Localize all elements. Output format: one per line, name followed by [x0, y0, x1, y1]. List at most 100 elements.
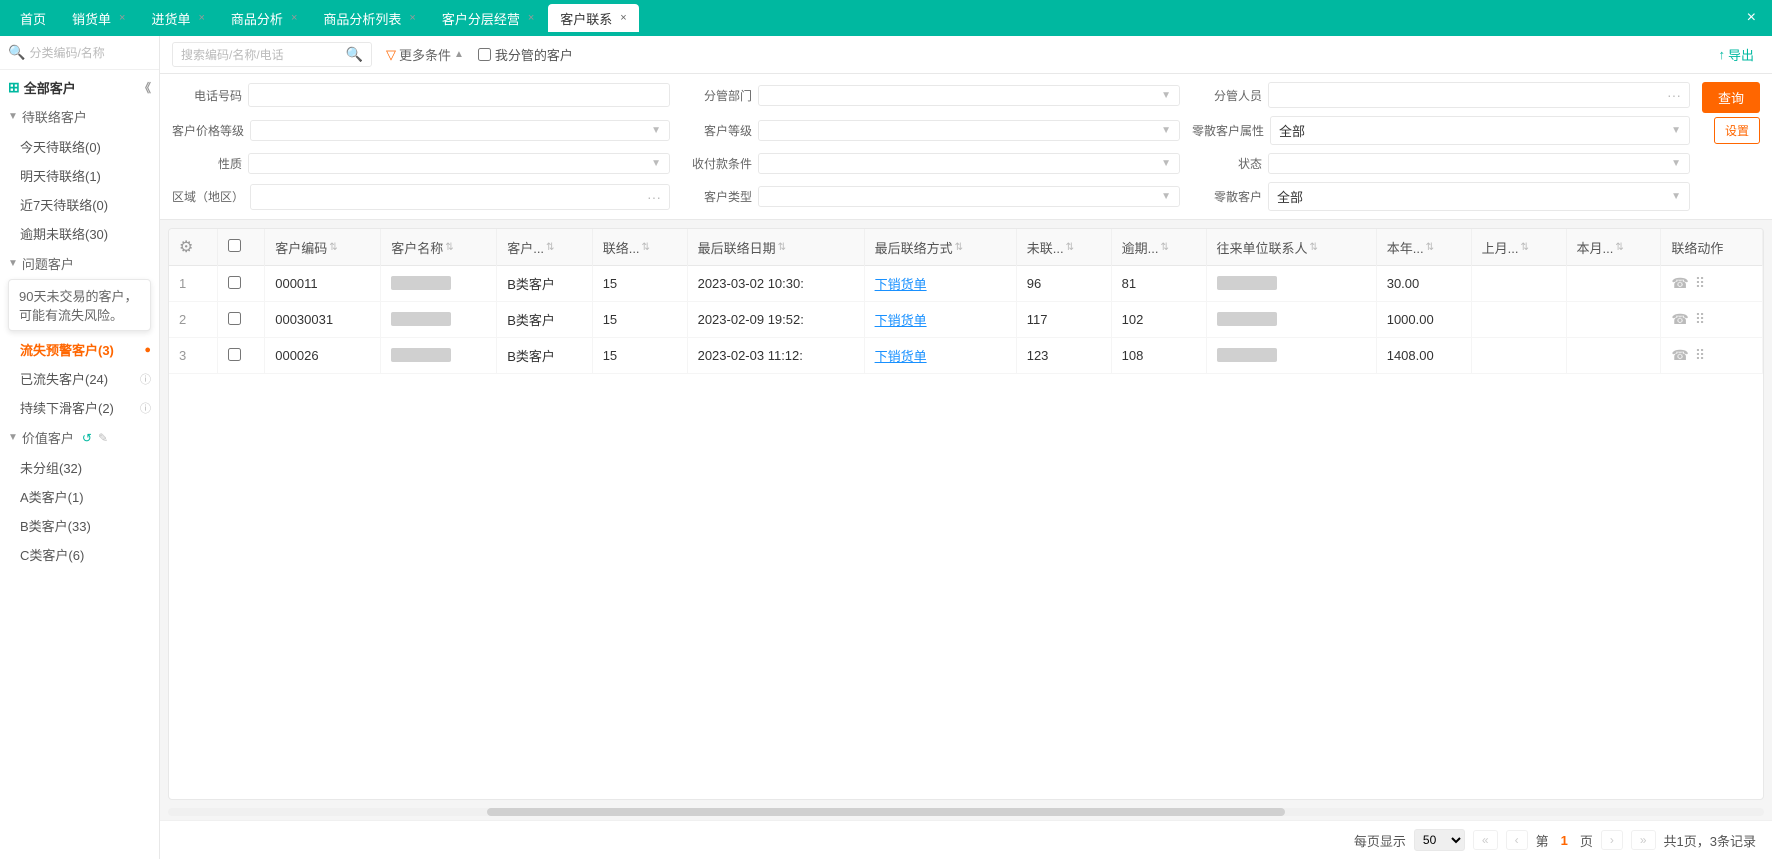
nature-select[interactable]: ▼	[248, 153, 670, 174]
filter-cell-status: 状态 ▼	[1192, 153, 1690, 174]
method-link-3[interactable]: 下销货单	[875, 349, 927, 364]
region-more-icon[interactable]: ···	[647, 189, 661, 205]
nav-tab-analysis-close[interactable]: ×	[291, 12, 297, 24]
sidebar-item-typeA[interactable]: A类客户(1)	[0, 482, 159, 511]
sidebar-group-problem[interactable]: ▼ 问题客户	[0, 248, 159, 279]
nav-tab-purchase-close[interactable]: ×	[198, 12, 204, 24]
th-this-month[interactable]: 本月... ⇅	[1566, 229, 1661, 266]
person-more-icon[interactable]: ···	[1667, 87, 1681, 103]
export-btn[interactable]: ↑ 导出	[1712, 42, 1760, 67]
th-contact-person[interactable]: 往来单位联系人 ⇅	[1206, 229, 1376, 266]
contact-action-icon-2[interactable]: ☎	[1671, 311, 1688, 328]
status-select[interactable]: ▼	[1268, 153, 1690, 174]
refresh-icon[interactable]: ↺	[82, 431, 92, 445]
window-close-button[interactable]: ×	[1739, 9, 1764, 27]
more-action-icon-2[interactable]: ⠿	[1695, 311, 1705, 328]
main-search-input[interactable]	[181, 48, 342, 62]
person-select[interactable]: ···	[1268, 82, 1690, 108]
query-btn[interactable]: 查询	[1702, 82, 1760, 113]
my-customers-checkbox-label[interactable]: 我分管的客户	[478, 45, 573, 64]
nav-tab-home[interactable]: 首页	[8, 4, 58, 32]
sidebar-all-customers[interactable]: ⊞ 全部客户 《	[0, 70, 159, 101]
cust-type-select[interactable]: ▼	[758, 186, 1180, 207]
row-checkbox-3[interactable]	[228, 348, 241, 361]
nav-tab-sales-close[interactable]: ×	[119, 12, 125, 24]
last-page-btn[interactable]: »	[1631, 830, 1656, 850]
more-action-icon-3[interactable]: ⠿	[1695, 347, 1705, 364]
edit-icon[interactable]: ✎	[98, 431, 108, 445]
th-type[interactable]: 客户... ⇅	[497, 229, 593, 266]
sidebar-group-value[interactable]: ▼ 价值客户 ↺ ✎	[0, 422, 159, 453]
next-page-btn[interactable]: ›	[1601, 830, 1623, 850]
th-name[interactable]: 客户名称 ⇅	[381, 229, 497, 266]
sidebar-item-today[interactable]: 今天待联络(0)	[0, 132, 159, 161]
action-icons-1: ☎ ⠿	[1671, 275, 1752, 292]
td-contact-3: 15	[592, 338, 687, 374]
sidebar-item-tomorrow[interactable]: 明天待联络(1)	[0, 161, 159, 190]
th-contact[interactable]: 联络... ⇅	[592, 229, 687, 266]
my-customers-checkbox[interactable]	[478, 48, 491, 61]
sidebar-item-typeB[interactable]: B类客户(33)	[0, 511, 159, 540]
main-search-icon[interactable]: 🔍	[346, 46, 363, 63]
contact-action-icon-1[interactable]: ☎	[1671, 275, 1688, 292]
td-name-1	[381, 266, 497, 302]
method-link-1[interactable]: 下销货单	[875, 277, 927, 292]
th-this-year[interactable]: 本年... ⇅	[1376, 229, 1471, 266]
nav-tab-purchase[interactable]: 进货单 ×	[139, 4, 216, 32]
th-last-month[interactable]: 上月... ⇅	[1471, 229, 1566, 266]
retail-cust-select[interactable]: 全部 ▼	[1268, 182, 1690, 211]
th-last-date[interactable]: 最后联络日期 ⇅	[687, 229, 864, 266]
th-last-method[interactable]: 最后联络方式 ⇅	[864, 229, 1016, 266]
filter-cell-dept: 分管部门 ▼	[682, 85, 1180, 106]
td-lmonth-3	[1471, 338, 1566, 374]
per-page-select[interactable]: 50 100 200	[1414, 829, 1465, 851]
contact-action-icon-3[interactable]: ☎	[1671, 347, 1688, 364]
price-grade-select[interactable]: ▼	[250, 120, 670, 141]
table-settings-icon[interactable]: ⚙	[179, 239, 193, 256]
table-header-row: ⚙ 客户编码 ⇅	[169, 229, 1763, 266]
cust-grade-select[interactable]: ▼	[758, 120, 1180, 141]
th-code[interactable]: 客户编码 ⇅	[265, 229, 381, 266]
sidebar-item-overdue[interactable]: 逾期未联络(30)	[0, 219, 159, 248]
th-not-contacted[interactable]: 未联... ⇅	[1016, 229, 1111, 266]
region-select[interactable]: ···	[250, 184, 670, 210]
first-page-btn[interactable]: «	[1473, 830, 1498, 850]
td-date-2: 2023-02-09 19:52:	[687, 302, 864, 338]
more-conditions-btn[interactable]: ▽ 更多条件 ▲	[380, 42, 470, 67]
row-checkbox-1[interactable]	[228, 276, 241, 289]
retail-attr-select[interactable]: 全部 ▼	[1270, 116, 1690, 145]
nav-tab-analysis[interactable]: 商品分析 ×	[219, 4, 309, 32]
retail-attr-chevron-icon: ▼	[1671, 125, 1681, 136]
sidebar-item-typeC[interactable]: C类客户(6)	[0, 540, 159, 569]
select-all-checkbox[interactable]	[228, 239, 241, 252]
sidebar-search-input[interactable]	[29, 46, 160, 60]
th-settings: ⚙	[169, 229, 217, 266]
scrollbar-thumb[interactable]	[487, 808, 1285, 816]
sidebar-item-churned[interactable]: 已流失客户(24) ⓘ	[0, 364, 159, 393]
method-link-2[interactable]: 下销货单	[875, 313, 927, 328]
sidebar-item-churn-warning[interactable]: 流失预警客户(3) ●	[0, 335, 159, 364]
nav-tab-analysis-list[interactable]: 商品分析列表 ×	[311, 4, 427, 32]
th-overdue[interactable]: 逾期... ⇅	[1111, 229, 1206, 266]
horizontal-scrollbar[interactable]	[168, 808, 1764, 816]
sort-contact-icon: ⇅	[642, 242, 650, 253]
payment-select[interactable]: ▼	[758, 153, 1180, 174]
more-action-icon-1[interactable]: ⠿	[1695, 275, 1705, 292]
collapse-icon: 《	[139, 79, 151, 96]
nav-tab-sales[interactable]: 销货单 ×	[60, 4, 137, 32]
nav-tab-customer-contact-close[interactable]: ×	[620, 12, 626, 24]
sidebar-item-declining[interactable]: 持续下滑客户(2) ⓘ	[0, 393, 159, 422]
sidebar-item-7days[interactable]: 近7天待联络(0)	[0, 190, 159, 219]
row-checkbox-2[interactable]	[228, 312, 241, 325]
nav-tab-customer-segment-close[interactable]: ×	[528, 12, 534, 24]
sidebar-item-ungrouped[interactable]: 未分组(32)	[0, 453, 159, 482]
nav-tab-analysis-list-close[interactable]: ×	[409, 12, 415, 24]
settings-btn[interactable]: 设置	[1714, 117, 1760, 144]
filter-row-2: 客户价格等级 ▼ 客户等级 ▼	[172, 116, 1690, 145]
dept-select[interactable]: ▼	[758, 85, 1180, 106]
phone-input[interactable]	[248, 83, 670, 107]
nav-tab-customer-contact[interactable]: 客户联系 ×	[548, 4, 638, 32]
prev-page-btn[interactable]: ‹	[1506, 830, 1528, 850]
sidebar-group-pending[interactable]: ▼ 待联络客户	[0, 101, 159, 132]
nav-tab-customer-segment[interactable]: 客户分层经营 ×	[430, 4, 546, 32]
